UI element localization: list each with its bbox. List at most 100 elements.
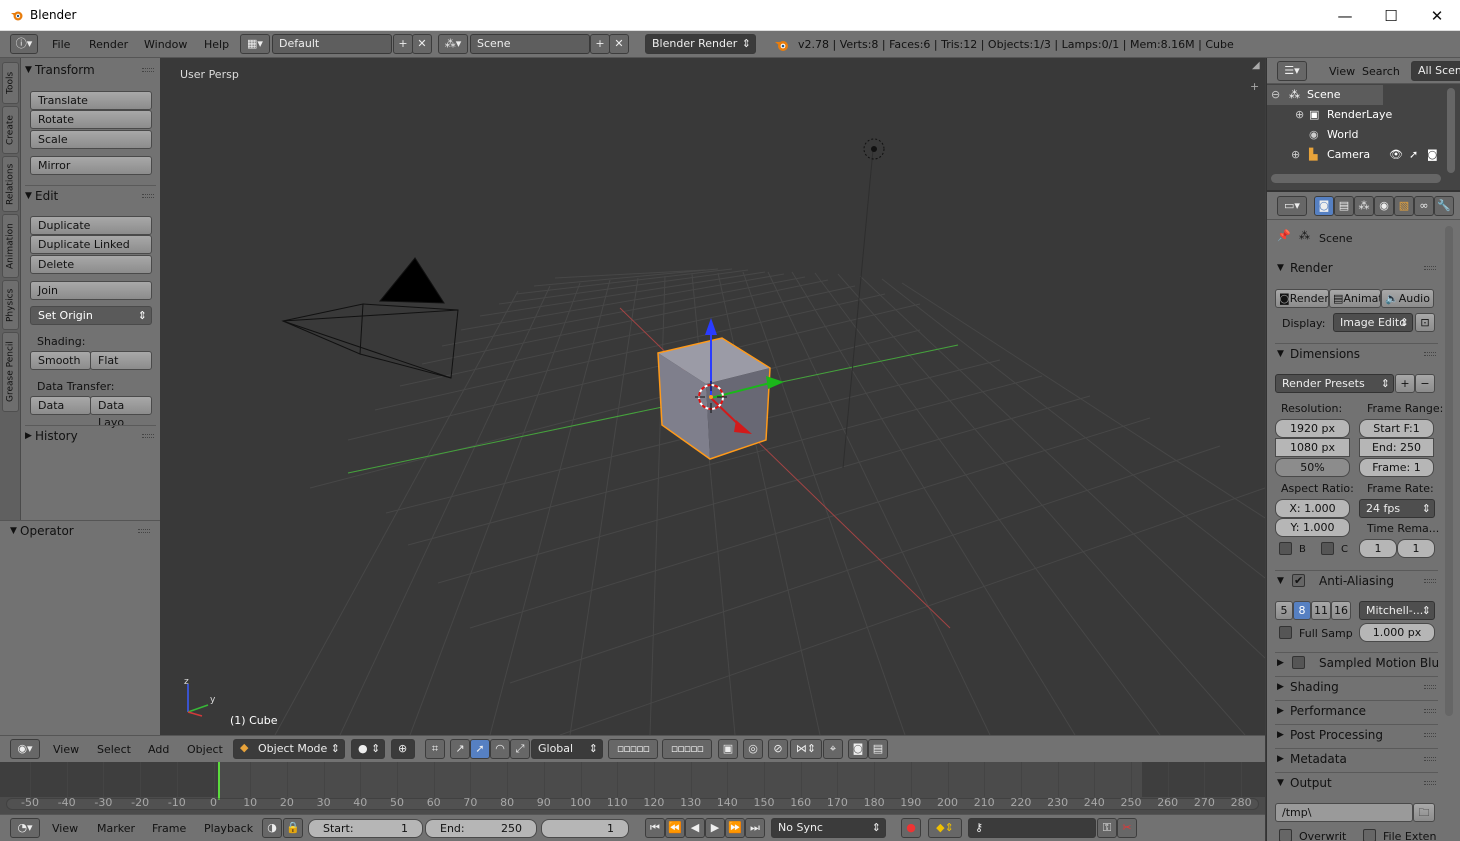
aspect-y-field[interactable]: Y: 1.000 [1275, 518, 1350, 537]
visibility-eye-icon[interactable]: 👁 [1389, 145, 1403, 165]
object-context-icon[interactable]: ▧ [1394, 196, 1414, 216]
duplicate-button[interactable]: Duplicate [30, 216, 152, 235]
menu-search[interactable]: Search [1362, 65, 1400, 78]
tab-grease-pencil[interactable]: Grease Pencil [2, 332, 19, 412]
remove-preset-icon[interactable]: − [1415, 374, 1435, 393]
menu-select[interactable]: Select [97, 743, 131, 756]
aa-samples-11[interactable]: 11 [1311, 601, 1331, 620]
screen-layout-icon[interactable]: ▦▾ [240, 34, 270, 54]
record-icon[interactable]: ● [901, 818, 921, 838]
panel-performance-header[interactable]: ▶ Performance [1275, 700, 1438, 720]
drag-grip-icon[interactable] [1424, 579, 1436, 583]
maximize-button[interactable]: ☐ [1368, 0, 1414, 31]
panel-metadata-header[interactable]: ▶ Metadata [1275, 748, 1438, 768]
manipulator-translate-icon[interactable]: ↗ [450, 739, 470, 759]
drag-grip-icon[interactable] [1424, 352, 1436, 356]
layers-row-1-icon[interactable]: ▫▫▫▫▫ [608, 739, 658, 759]
add-layout-icon[interactable]: + [393, 34, 413, 54]
menu-view[interactable]: View [53, 743, 79, 756]
duplicate-linked-button[interactable]: Duplicate Linked [30, 235, 152, 254]
drag-grip-icon[interactable] [1424, 266, 1436, 270]
manipulator-scale-icon[interactable]: ⤢ [510, 739, 530, 759]
sync-mode-select[interactable]: No Sync ⇕ [771, 818, 886, 838]
delete-keyframe-icon[interactable]: ✂ [1117, 818, 1137, 838]
outliner-item-camera[interactable]: ⊕ ▙ Camera 👁 ➚ ◙ [1267, 145, 1447, 165]
lock-range-icon[interactable]: 🔒 [283, 818, 303, 838]
render-animation-icon[interactable]: ▤ [868, 739, 888, 759]
current-frame-field[interactable]: 1 [541, 819, 629, 838]
menu-add[interactable]: Add [148, 743, 169, 756]
play-reverse-icon[interactable]: ◀ [685, 818, 705, 838]
scene-icon[interactable]: ⁂▾ [438, 34, 468, 54]
aa-samples-16[interactable]: 16 [1331, 601, 1351, 620]
menu-marker[interactable]: Marker [97, 822, 135, 835]
panel-post-processing-header[interactable]: ▶ Post Processing [1275, 724, 1438, 744]
renderlayers-context-icon[interactable]: ▤ [1334, 196, 1354, 216]
panel-dimensions-header[interactable]: ▼ Dimensions [1275, 343, 1438, 363]
drag-grip-icon[interactable] [142, 68, 154, 72]
data-layout-button[interactable]: Data Layo [90, 396, 152, 429]
3d-viewport[interactable]: z y User Persp (1) Cube ◢ + [160, 58, 1265, 735]
display-select[interactable]: Image Edito ⇕ [1333, 313, 1413, 332]
editor-type-icon[interactable]: ⓘ▾ [10, 34, 38, 54]
smooth-button[interactable]: Smooth [30, 351, 91, 370]
manipulator-translate-active-icon[interactable]: ➚ [470, 739, 490, 759]
viewport-shading-select[interactable]: ● ⇕ [351, 739, 385, 759]
camera-object[interactable] [281, 257, 459, 379]
drag-grip-icon[interactable] [1424, 757, 1436, 761]
set-origin-select[interactable]: Set Origin ⇕ [30, 306, 152, 325]
screen-layout-field[interactable]: Default [272, 34, 392, 54]
render-context-icon[interactable]: ◙ [1314, 196, 1334, 216]
outliner-v-scrollbar[interactable] [1447, 88, 1455, 173]
full-sample-checkbox[interactable] [1279, 626, 1292, 639]
modifiers-context-icon[interactable]: 🔧 [1434, 196, 1454, 216]
proportional-edit-icon[interactable]: ◎ [743, 739, 763, 759]
time-remap-old-field[interactable]: 1 [1359, 539, 1397, 558]
frame-step-field[interactable]: Frame: 1 [1359, 458, 1434, 477]
drag-grip-icon[interactable] [1424, 733, 1436, 737]
constraints-context-icon[interactable]: ∞ [1414, 196, 1434, 216]
snap-element-select[interactable]: ⋈⇕ [790, 739, 822, 759]
resolution-percentage-field[interactable]: 50% [1275, 458, 1350, 477]
end-frame-field[interactable]: End: 250 [425, 819, 537, 838]
snap-target-icon[interactable]: ⌖ [823, 739, 843, 759]
panel-shading-header[interactable]: ▶ Shading [1275, 676, 1438, 696]
render-presets-select[interactable]: Render Presets ⇕ [1275, 374, 1394, 393]
drag-grip-icon[interactable] [1424, 685, 1436, 689]
add-scene-icon[interactable]: + [590, 34, 610, 54]
manipulator-toggle-icon[interactable]: ⌗ [425, 739, 445, 759]
jump-end-icon[interactable]: ⏭ [745, 818, 765, 838]
timeline-scrollbar[interactable] [6, 798, 1259, 810]
remove-layout-icon[interactable]: ✕ [412, 34, 432, 54]
keying-set-field[interactable]: ⚷ [968, 818, 1096, 838]
tab-physics[interactable]: Physics [2, 280, 19, 330]
resolution-y-field[interactable]: 1080 px [1275, 438, 1350, 457]
outliner-filter-select[interactable]: All Scen [1411, 61, 1460, 81]
menu-playback[interactable]: Playback [204, 822, 253, 835]
world-context-icon[interactable]: ◉ [1374, 196, 1394, 216]
rotate-button[interactable]: Rotate [30, 110, 152, 129]
flat-button[interactable]: Flat [90, 351, 152, 370]
animation-button[interactable]: ▤Animat [1329, 289, 1381, 308]
insert-keyframe-icon[interactable]: ⚿ [1097, 818, 1117, 838]
drag-grip-icon[interactable] [142, 434, 154, 438]
scene-field[interactable]: Scene [470, 34, 590, 54]
end-frame-field[interactable]: End: 250 [1359, 438, 1434, 457]
prev-keyframe-icon[interactable]: ⏪ [665, 818, 685, 838]
drag-grip-icon[interactable] [142, 194, 154, 198]
tab-tools[interactable]: Tools [2, 62, 19, 104]
lamp-object[interactable] [863, 138, 885, 160]
snap-toggle-icon[interactable]: ⊘ [768, 739, 788, 759]
panel-anti-aliasing-header[interactable]: ▼ ✔ Anti-Aliasing [1275, 570, 1438, 590]
delete-button[interactable]: Delete [30, 255, 152, 274]
editor-type-icon[interactable]: ◉▾ [10, 739, 40, 759]
motion-blur-checkbox[interactable] [1292, 656, 1305, 669]
properties-toggle-icon[interactable]: + [1250, 80, 1259, 93]
panel-sampled-motion-blur-header[interactable]: ▶ Sampled Motion Blur [1275, 652, 1438, 672]
menu-file[interactable]: File [52, 38, 70, 51]
timeline-editor[interactable]: -50 -40 -30 -20 -10 0 10 20 30 40 50 60 70 80 90 100 110… [0, 762, 1265, 814]
area-split-icon[interactable]: ◢ [1252, 60, 1260, 71]
scale-button[interactable]: Scale [30, 130, 152, 149]
join-button[interactable]: Join [30, 281, 152, 300]
remove-scene-icon[interactable]: ✕ [609, 34, 629, 54]
